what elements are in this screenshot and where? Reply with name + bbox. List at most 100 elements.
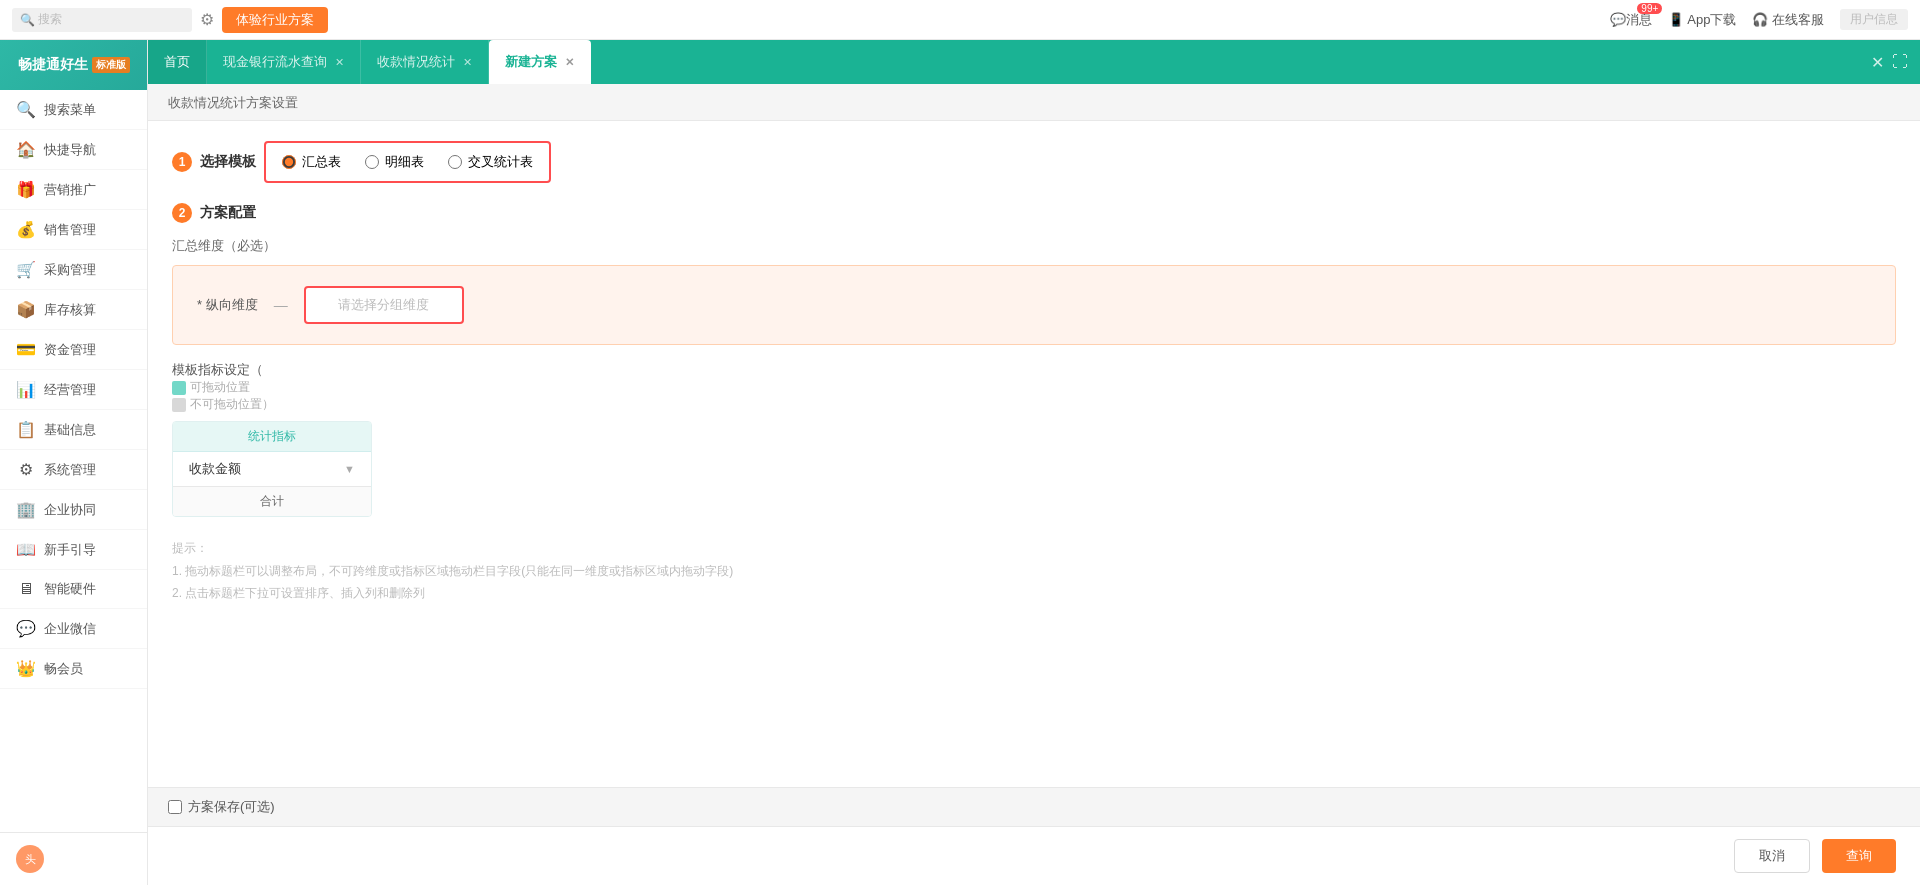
metrics-cell-dropdown-icon[interactable]: ▼ [344, 463, 355, 475]
sidebar-item-search-menu[interactable]: 🔍 搜索菜单 [0, 90, 147, 130]
trial-button[interactable]: 体验行业方案 [222, 7, 328, 33]
query-button[interactable]: 查询 [1822, 839, 1896, 873]
top-search-box[interactable]: 🔍 搜索 [12, 8, 192, 32]
sidebar-item-guide[interactable]: 📖 新手引导 [0, 530, 147, 570]
quick-nav-icon: 🏠 [16, 140, 36, 159]
tip-label: 提示： [172, 540, 1896, 557]
basic-icon: 📋 [16, 420, 36, 439]
logo-sub: 标准版 [92, 57, 130, 73]
sales-icon: 💰 [16, 220, 36, 239]
tab-new-plan-close[interactable]: ✕ [565, 56, 574, 69]
gear-icon[interactable]: ⚙ [200, 10, 214, 29]
radio-detail-label: 明细表 [385, 153, 424, 171]
sidebar-item-sales[interactable]: 💰 销售管理 [0, 210, 147, 250]
sidebar-label-wechat: 企业微信 [44, 620, 96, 638]
search-placeholder: 搜索 [38, 11, 62, 28]
tab-close-button[interactable]: ✕ [1871, 53, 1884, 72]
tab-receipt-stat-label: 收款情况统计 [377, 53, 455, 71]
inventory-icon: 📦 [16, 300, 36, 319]
cancel-button[interactable]: 取消 [1734, 839, 1810, 873]
sidebar-label-member: 畅会员 [44, 660, 83, 678]
tip-line2: 2. 点击标题栏下拉可设置排序、插入列和删除列 [172, 583, 1896, 605]
tab-bank-flow-label: 现金银行流水查询 [223, 53, 327, 71]
sidebar-item-purchase[interactable]: 🛒 采购管理 [0, 250, 147, 290]
radio-cross-input[interactable] [448, 155, 462, 169]
sidebar-label-marketing: 营销推广 [44, 181, 96, 199]
radio-detail-input[interactable] [365, 155, 379, 169]
sidebar-item-basic[interactable]: 📋 基础信息 [0, 410, 147, 450]
save-plan-checkbox[interactable] [168, 800, 182, 814]
enterprise-icon: 🏢 [16, 500, 36, 519]
radio-summary-input[interactable] [282, 155, 296, 169]
sidebar-item-wechat[interactable]: 💬 企业微信 [0, 609, 147, 649]
breadcrumb: 收款情况统计方案设置 [148, 84, 1920, 121]
sidebar-item-enterprise[interactable]: 🏢 企业协同 [0, 490, 147, 530]
sidebar-item-quick-nav[interactable]: 🏠 快捷导航 [0, 130, 147, 170]
user-info[interactable]: 用户信息 [1840, 9, 1908, 30]
sidebar-label-operation: 经营管理 [44, 381, 96, 399]
search-icon: 🔍 [20, 13, 35, 27]
metrics-header-text: 统计指标 [248, 429, 296, 443]
tab-bank-flow-close[interactable]: ✕ [335, 56, 344, 69]
wechat-icon: 💬 [16, 619, 36, 638]
marketing-icon: 🎁 [16, 180, 36, 199]
sidebar-label-system: 系统管理 [44, 461, 96, 479]
save-plan-label[interactable]: 方案保存(可选) [168, 798, 275, 816]
metrics-cell-amount[interactable]: 收款金额 ▼ [173, 452, 371, 486]
step1-header: 1 选择模板 汇总表 明细表 [172, 141, 1896, 183]
service-link[interactable]: 🎧 在线客服 [1752, 11, 1824, 29]
metrics-cell-amount-text: 收款金额 [189, 460, 241, 478]
bottom-action-bar: 取消 查询 [148, 826, 1920, 885]
sidebar-item-hardware[interactable]: 🖥 智能硬件 [0, 570, 147, 609]
message-badge-wrap[interactable]: 💬 消息 99+ [1610, 11, 1652, 29]
tab-expand-button[interactable]: ⛶ [1892, 53, 1908, 71]
sidebar-label-basic: 基础信息 [44, 421, 96, 439]
tab-new-plan[interactable]: 新建方案 ✕ [489, 40, 591, 84]
sidebar-item-member[interactable]: 👑 畅会员 [0, 649, 147, 689]
row-dimension-label: * 纵向维度 [197, 296, 258, 314]
sidebar-label-purchase: 采购管理 [44, 261, 96, 279]
drag-hint-undraggable: 不可拖动位置） [172, 396, 274, 413]
sidebar-item-system[interactable]: ⚙ 系统管理 [0, 450, 147, 490]
tab-receipt-stat-close[interactable]: ✕ [463, 56, 472, 69]
tab-home-label: 首页 [164, 53, 190, 71]
download-icon: 📱 [1668, 12, 1684, 27]
metrics-table-footer: 合计 [173, 486, 371, 516]
download-label: App下载 [1687, 12, 1736, 27]
sidebar-label-enterprise: 企业协同 [44, 501, 96, 519]
operation-icon: 📊 [16, 380, 36, 399]
dimension-arrow: — [274, 297, 288, 313]
search-menu-icon: 🔍 [16, 100, 36, 119]
dimension-subtitle: 汇总维度（必选） [172, 237, 1896, 255]
purchase-icon: 🛒 [16, 260, 36, 279]
tab-home[interactable]: 首页 [148, 40, 207, 84]
tab-bank-flow[interactable]: 现金银行流水查询 ✕ [207, 40, 361, 84]
download-link[interactable]: 📱 App下载 [1668, 11, 1736, 29]
system-icon: ⚙ [16, 460, 36, 479]
breadcrumb-text: 收款情况统计方案设置 [168, 95, 298, 110]
sidebar-item-finance[interactable]: 💳 资金管理 [0, 330, 147, 370]
sidebar-item-inventory[interactable]: 📦 库存核算 [0, 290, 147, 330]
tab-receipt-stat[interactable]: 收款情况统计 ✕ [361, 40, 489, 84]
sidebar-label-search-menu: 搜索菜单 [44, 101, 96, 119]
sidebar-label-sales: 销售管理 [44, 221, 96, 239]
tip-line1: 1. 拖动标题栏可以调整布局，不可跨维度或指标区域拖动栏目字段(只能在同一维度或… [172, 561, 1896, 583]
metrics-footer-text: 合计 [260, 494, 284, 508]
metrics-label: 模板指标设定（ 可拖动位置 不可拖动位置） [172, 361, 1896, 413]
tips-section: 提示： 1. 拖动标题栏可以调整布局，不可跨维度或指标区域拖动栏目字段(只能在同… [172, 540, 1896, 604]
sidebar-item-marketing[interactable]: 🎁 营销推广 [0, 170, 147, 210]
radio-cross[interactable]: 交叉统计表 [448, 153, 533, 171]
dimension-placeholder[interactable]: 请选择分组维度 [304, 286, 464, 324]
radio-summary[interactable]: 汇总表 [282, 153, 341, 171]
avatar: 头 [16, 845, 44, 873]
radio-summary-label: 汇总表 [302, 153, 341, 171]
guide-icon: 📖 [16, 540, 36, 559]
step2-section: 2 方案配置 汇总维度（必选） * 纵向维度 — 请选择分组维度 [172, 203, 1896, 604]
sidebar-item-operation[interactable]: 📊 经营管理 [0, 370, 147, 410]
member-icon: 👑 [16, 659, 36, 678]
hardware-icon: 🖥 [16, 580, 36, 598]
dimension-placeholder-text: 请选择分组维度 [338, 297, 429, 312]
sidebar-bottom: 头 [0, 832, 147, 885]
radio-detail[interactable]: 明细表 [365, 153, 424, 171]
tab-new-plan-label: 新建方案 [505, 53, 557, 71]
